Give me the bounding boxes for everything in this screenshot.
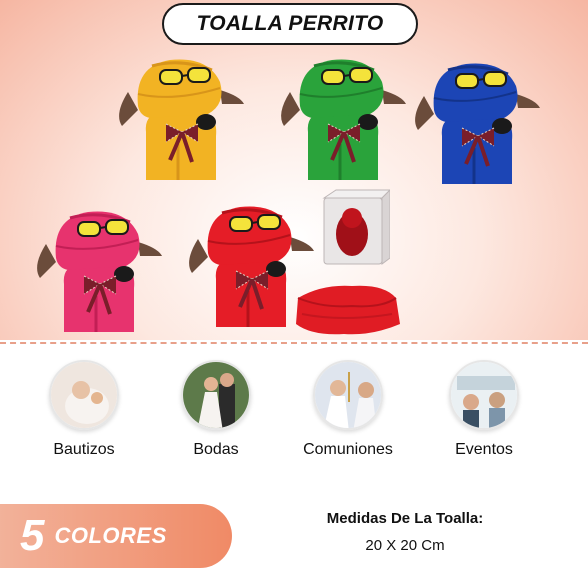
- colors-word: COLORES: [54, 523, 167, 548]
- colors-badge: 5 COLORES: [0, 504, 232, 568]
- gift-box-packaging: [322, 189, 390, 265]
- dog-towel-blue: [415, 63, 540, 184]
- colors-count: 5: [20, 511, 45, 560]
- measures-heading: Medidas De La Toalla:: [326, 510, 484, 527]
- event-label: Bautizos: [53, 441, 115, 458]
- event-bautizos: Bautizos: [24, 360, 144, 459]
- wedding-photo: [181, 360, 251, 430]
- dog-towel-yellow: [119, 59, 244, 180]
- event-eventos: Eventos: [424, 360, 544, 459]
- communion-photo: [313, 360, 383, 430]
- dog-towel-green: [281, 59, 406, 180]
- folded-red-towel: [296, 285, 400, 335]
- product-title: TOALLA PERRITO: [162, 3, 418, 45]
- event-label: Bodas: [193, 441, 239, 458]
- dog-towel-pink: [37, 211, 162, 332]
- towel-measures: Medidas De La Toalla: 20 X 20 Cm: [300, 510, 510, 554]
- event-label: Comuniones: [303, 441, 393, 458]
- event-bodas: Bodas: [156, 360, 276, 459]
- event-comuniones: Comuniones: [288, 360, 408, 459]
- event-label: Eventos: [455, 441, 513, 458]
- measures-value: 20 X 20 Cm: [365, 537, 445, 554]
- events-photo: [449, 360, 519, 430]
- baptism-photo: [49, 360, 119, 430]
- section-divider: [0, 342, 588, 344]
